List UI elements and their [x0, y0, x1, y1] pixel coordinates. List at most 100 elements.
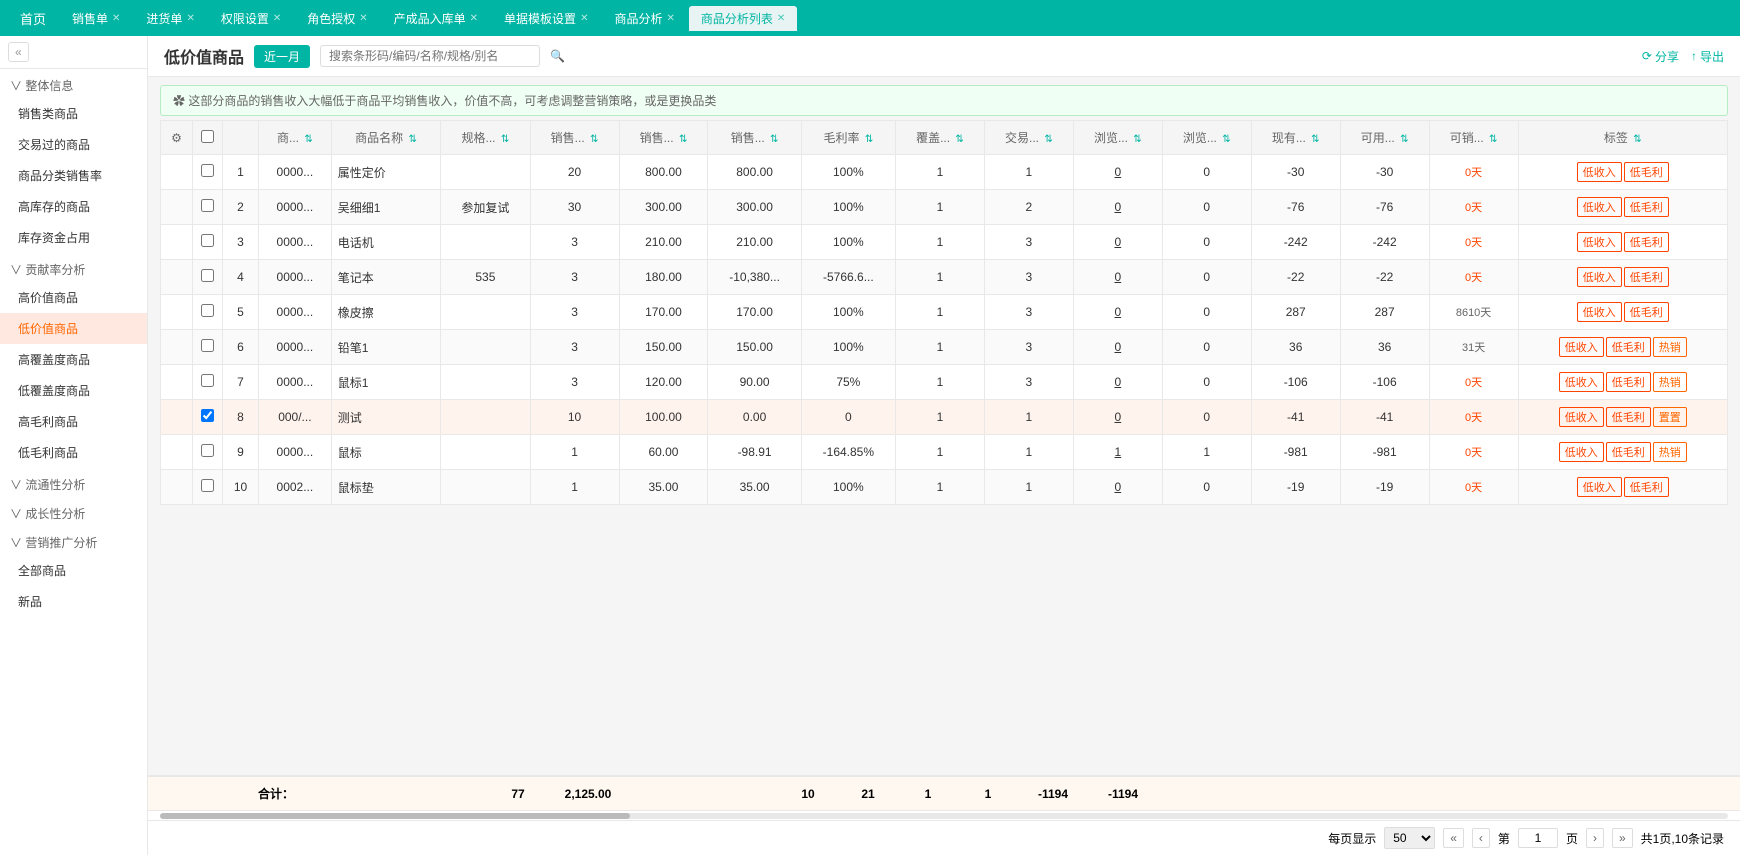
- sidebar-item-high-stock[interactable]: 高库存的商品: [0, 191, 147, 222]
- page-number-input[interactable]: [1518, 828, 1558, 848]
- nav-purchase[interactable]: 进货单 ✕: [134, 6, 206, 31]
- sidebar-item-stock-funds[interactable]: 库存资金占用: [0, 222, 147, 253]
- cell-checkbox[interactable]: [193, 470, 223, 505]
- share-button[interactable]: ⟳ 分享: [1642, 48, 1679, 65]
- next-page-btn[interactable]: ›: [1586, 828, 1604, 848]
- browse-link[interactable]: 0: [1114, 410, 1121, 424]
- cell-checkbox[interactable]: [193, 225, 223, 260]
- col-code[interactable]: 商... ⇅: [259, 121, 332, 155]
- browse-link[interactable]: 0: [1114, 235, 1121, 249]
- cell-checkbox[interactable]: [193, 155, 223, 190]
- nav-sales-close[interactable]: ✕: [112, 13, 120, 24]
- nav-analysis-list-close[interactable]: ✕: [777, 13, 785, 24]
- nav-template[interactable]: 单据模板设置 ✕: [492, 6, 600, 31]
- nav-product-storage[interactable]: 产成品入库单 ✕: [382, 6, 490, 31]
- col-sales-qty[interactable]: 销售... ⇅: [530, 121, 619, 155]
- nav-purchase-close[interactable]: ✕: [186, 13, 194, 24]
- nav-permission-close[interactable]: ✕: [273, 13, 281, 24]
- cell-browse1[interactable]: 0: [1073, 400, 1162, 435]
- nav-analysis-close[interactable]: ✕: [666, 13, 674, 24]
- row-checkbox[interactable]: [201, 199, 214, 212]
- per-page-select[interactable]: 50 100 200: [1384, 827, 1435, 849]
- col-gross-margin[interactable]: 毛利率 ⇅: [801, 121, 895, 155]
- col-trade[interactable]: 交易... ⇅: [984, 121, 1073, 155]
- cell-browse1[interactable]: 0: [1073, 330, 1162, 365]
- sidebar-item-high-margin[interactable]: 高毛利商品: [0, 406, 147, 437]
- row-checkbox[interactable]: [201, 339, 214, 352]
- col-spec[interactable]: 规格... ⇅: [441, 121, 530, 155]
- export-button[interactable]: ↑ 导出: [1691, 48, 1724, 65]
- row-checkbox[interactable]: [201, 444, 214, 457]
- browse-link[interactable]: 0: [1114, 200, 1121, 214]
- nav-template-close[interactable]: ✕: [580, 13, 588, 24]
- search-icon[interactable]: 🔍: [550, 49, 565, 63]
- browse-link[interactable]: 0: [1114, 270, 1121, 284]
- nav-analysis-list[interactable]: 商品分析列表 ✕: [689, 6, 797, 31]
- cell-browse1[interactable]: 0: [1073, 470, 1162, 505]
- col-browse2[interactable]: 浏览... ⇅: [1162, 121, 1251, 155]
- col-saleable[interactable]: 可销... ⇅: [1429, 121, 1518, 155]
- col-sales-cost[interactable]: 销售... ⇅: [708, 121, 801, 155]
- nav-role[interactable]: 角色授权 ✕: [295, 6, 379, 31]
- row-checkbox[interactable]: [201, 164, 214, 177]
- col-current[interactable]: 现有... ⇅: [1251, 121, 1340, 155]
- sidebar-item-new-products[interactable]: 新品: [0, 586, 147, 617]
- row-checkbox[interactable]: [201, 269, 214, 282]
- sidebar-item-all-products[interactable]: 全部商品: [0, 555, 147, 586]
- cell-checkbox[interactable]: [193, 330, 223, 365]
- sidebar-item-low-coverage[interactable]: 低覆盖度商品: [0, 375, 147, 406]
- sidebar-item-category-sales[interactable]: 商品分类销售率: [0, 160, 147, 191]
- col-browse1[interactable]: 浏览... ⇅: [1073, 121, 1162, 155]
- row-checkbox[interactable]: [201, 479, 214, 492]
- select-all-checkbox[interactable]: [201, 130, 214, 143]
- browse-link[interactable]: 0: [1114, 480, 1121, 494]
- cell-browse1[interactable]: 1: [1073, 435, 1162, 470]
- filter-recent-month[interactable]: 近一月: [254, 45, 310, 68]
- sidebar-group-flow[interactable]: ∨ 流通性分析: [0, 468, 147, 497]
- row-checkbox[interactable]: [201, 304, 214, 317]
- col-sales-amount[interactable]: 销售... ⇅: [619, 121, 708, 155]
- cell-browse1[interactable]: 0: [1073, 155, 1162, 190]
- browse-link[interactable]: 0: [1114, 375, 1121, 389]
- cell-browse1[interactable]: 0: [1073, 365, 1162, 400]
- sidebar-collapse-btn[interactable]: «: [8, 42, 29, 62]
- col-name[interactable]: 商品名称 ⇅: [331, 121, 440, 155]
- col-available[interactable]: 可用... ⇅: [1340, 121, 1429, 155]
- sidebar-item-high-value[interactable]: 高价值商品: [0, 282, 147, 313]
- cell-checkbox[interactable]: [193, 190, 223, 225]
- nav-permission[interactable]: 权限设置 ✕: [209, 6, 293, 31]
- cell-browse1[interactable]: 0: [1073, 225, 1162, 260]
- nav-analysis[interactable]: 商品分析 ✕: [602, 6, 686, 31]
- sidebar-item-sales-products[interactable]: 销售类商品: [0, 98, 147, 129]
- last-page-btn[interactable]: »: [1612, 828, 1633, 848]
- cell-browse1[interactable]: 0: [1073, 190, 1162, 225]
- sidebar-item-low-margin[interactable]: 低毛利商品: [0, 437, 147, 468]
- row-checkbox[interactable]: [201, 409, 214, 422]
- sidebar-group-contribution[interactable]: ∨ 贡献率分析: [0, 253, 147, 282]
- col-settings[interactable]: ⚙: [161, 121, 193, 155]
- browse-link[interactable]: 0: [1114, 305, 1121, 319]
- nav-product-storage-close[interactable]: ✕: [470, 13, 478, 24]
- cell-checkbox[interactable]: [193, 295, 223, 330]
- row-checkbox[interactable]: [201, 374, 214, 387]
- sidebar-item-high-coverage[interactable]: 高覆盖度商品: [0, 344, 147, 375]
- nav-home[interactable]: 首页: [8, 5, 58, 32]
- cell-checkbox[interactable]: [193, 365, 223, 400]
- sidebar-group-growth[interactable]: ∨ 成长性分析: [0, 497, 147, 526]
- cell-checkbox[interactable]: [193, 435, 223, 470]
- nav-role-close[interactable]: ✕: [359, 13, 367, 24]
- sidebar-item-traded-products[interactable]: 交易过的商品: [0, 129, 147, 160]
- col-tags[interactable]: 标签 ⇅: [1518, 121, 1727, 155]
- sidebar-group-marketing[interactable]: ∨ 营销推广分析: [0, 526, 147, 555]
- cell-checkbox[interactable]: [193, 400, 223, 435]
- cell-browse1[interactable]: 0: [1073, 295, 1162, 330]
- browse-link[interactable]: 0: [1114, 340, 1121, 354]
- cell-checkbox[interactable]: [193, 260, 223, 295]
- search-input[interactable]: [320, 45, 540, 67]
- first-page-btn[interactable]: «: [1443, 828, 1464, 848]
- sidebar-item-low-value[interactable]: 低价值商品: [0, 313, 147, 344]
- browse-link[interactable]: 1: [1114, 445, 1121, 459]
- nav-sales[interactable]: 销售单 ✕: [60, 6, 132, 31]
- browse-link[interactable]: 0: [1114, 165, 1121, 179]
- prev-page-btn[interactable]: ‹: [1472, 828, 1490, 848]
